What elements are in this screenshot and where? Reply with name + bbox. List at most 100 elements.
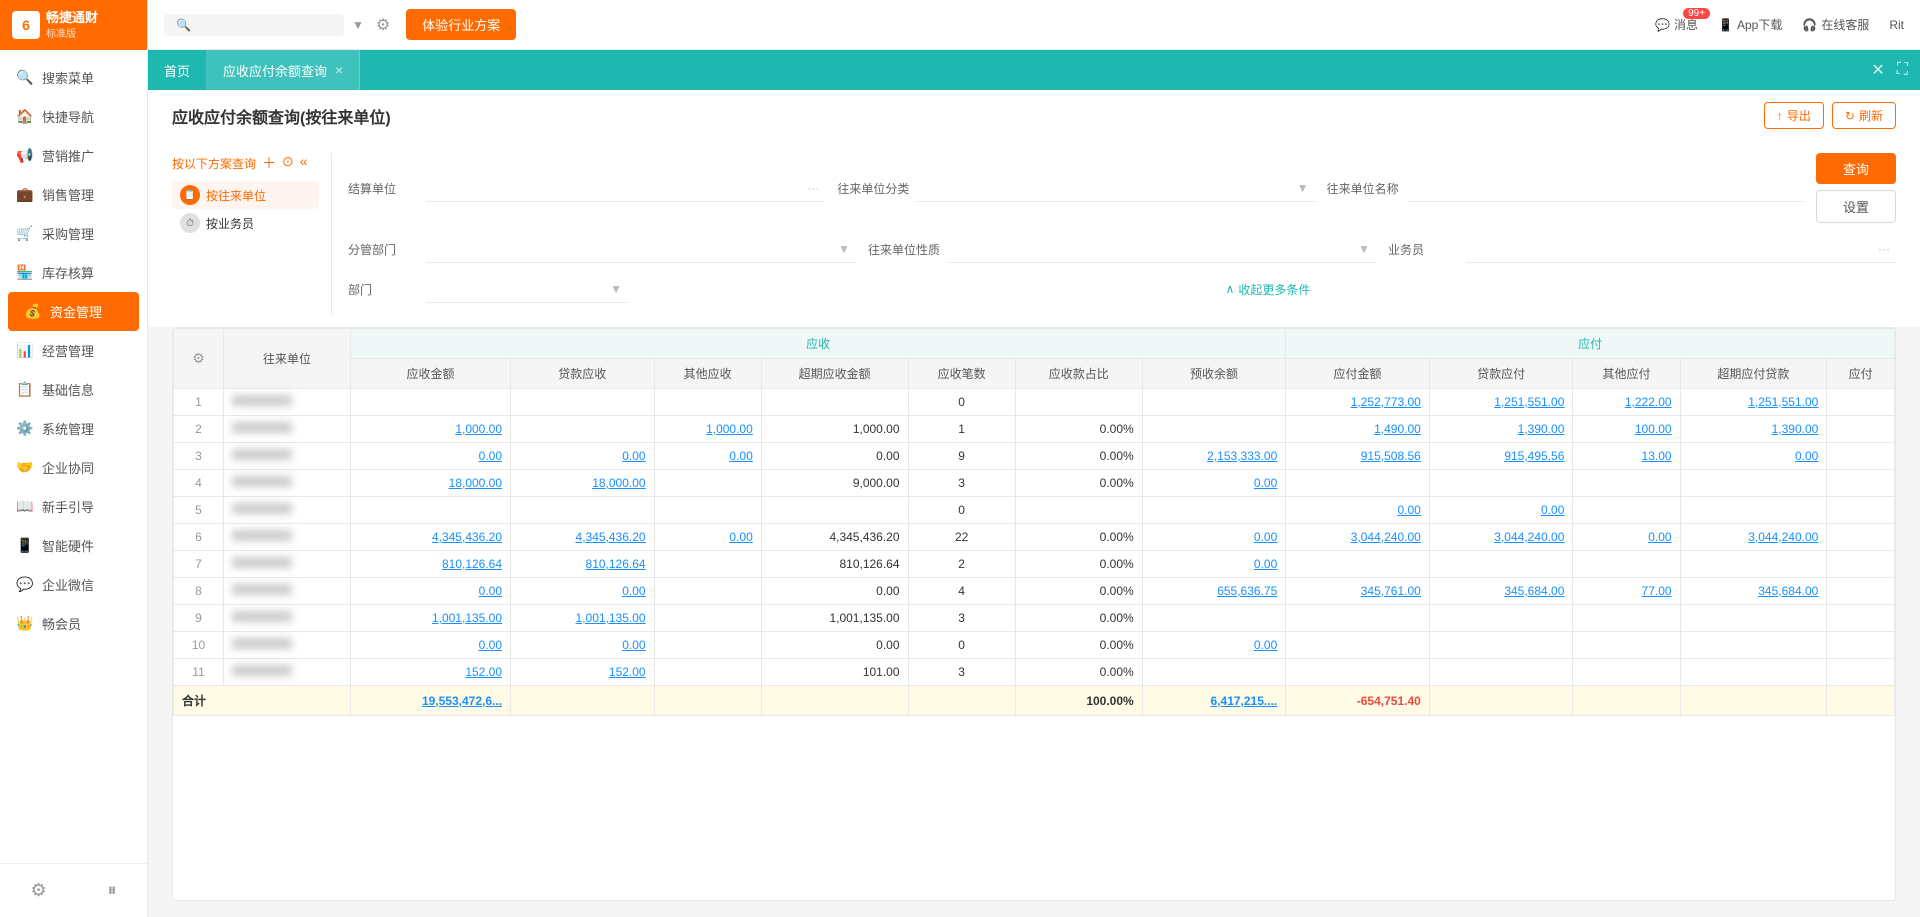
export-button[interactable]: ↑ 导出 <box>1764 102 1824 129</box>
unit-name-input[interactable] <box>1407 174 1804 202</box>
scheme-by-salesman[interactable]: ⏱ 按业务员 <box>172 209 319 237</box>
row-recv-amount[interactable] <box>350 389 510 416</box>
row-other-recv[interactable] <box>654 470 761 497</box>
row-recv-amount[interactable]: 0.00 <box>350 632 510 659</box>
row-overdue-pay[interactable] <box>1680 632 1827 659</box>
salesman-input[interactable]: ··· <box>1466 235 1896 263</box>
footer-recv-amount[interactable]: 19,553,472,6... <box>350 686 510 716</box>
topbar-gear-icon[interactable]: ⚙ <box>376 15 390 35</box>
topbar-service-btn[interactable]: 🎧 在线客服 <box>1802 16 1869 33</box>
row-pay-amount[interactable] <box>1286 551 1430 578</box>
row-pre-recv[interactable]: 0.00 <box>1142 524 1286 551</box>
row-overdue-pay[interactable]: 1,390.00 <box>1680 416 1827 443</box>
row-pay-amount[interactable]: 1,252,773.00 <box>1286 389 1430 416</box>
row-pre-recv[interactable]: 0.00 <box>1142 632 1286 659</box>
row-loan-pay[interactable]: 3,044,240.00 <box>1429 524 1573 551</box>
row-overdue-pay[interactable] <box>1680 470 1827 497</box>
row-pre-recv[interactable] <box>1142 605 1286 632</box>
topbar-dropdown-icon[interactable]: ▼ <box>352 18 364 32</box>
tab-home[interactable]: 首页 <box>148 50 207 90</box>
row-loan-recv[interactable]: 1,001,135.00 <box>511 605 655 632</box>
row-pre-recv[interactable] <box>1142 416 1286 443</box>
row-pre-recv[interactable]: 2,153,333.00 <box>1142 443 1286 470</box>
scheme-edit-icon[interactable]: ⊙ <box>282 153 294 173</box>
row-other-recv[interactable]: 0.00 <box>654 524 761 551</box>
settlement-unit-input[interactable]: ··· <box>426 174 825 202</box>
row-recv-amount[interactable]: 1,000.00 <box>350 416 510 443</box>
row-pay-amount[interactable]: 0.00 <box>1286 497 1430 524</box>
tabbar-close-icon[interactable]: ✕ <box>1871 60 1884 80</box>
scheme-add-icon[interactable]: ＋ <box>262 153 276 173</box>
table-gear-icon[interactable]: ⚙ <box>192 350 205 366</box>
scheme-back-icon[interactable]: « <box>300 153 308 173</box>
row-loan-recv[interactable]: 4,345,436.20 <box>511 524 655 551</box>
row-loan-pay[interactable]: 1,390.00 <box>1429 416 1573 443</box>
sidebar-item-营销推广[interactable]: 📢营销推广 <box>0 136 147 175</box>
sidebar-item-搜索菜单[interactable]: 🔍搜索菜单 <box>0 58 147 97</box>
row-other-pay[interactable] <box>1573 551 1680 578</box>
sidebar-item-库存核算[interactable]: 🏪库存核算 <box>0 253 147 292</box>
row-loan-recv[interactable] <box>511 416 655 443</box>
row-overdue-pay[interactable]: 3,044,240.00 <box>1680 524 1827 551</box>
row-overdue-pay[interactable] <box>1680 605 1827 632</box>
row-pre-recv[interactable] <box>1142 389 1286 416</box>
row-pay-amount[interactable]: 345,761.00 <box>1286 578 1430 605</box>
row-loan-pay[interactable] <box>1429 470 1573 497</box>
topbar-search-box[interactable]: 🔍 <box>164 14 344 36</box>
row-pay-amount[interactable] <box>1286 470 1430 497</box>
row-recv-amount[interactable]: 4,345,436.20 <box>350 524 510 551</box>
table-container[interactable]: ⚙ 往来单位 应收 应付 应收金额 贷款应收 其他应收 超期应收金额 应收笔数 … <box>172 327 1896 901</box>
row-loan-recv[interactable]: 810,126.64 <box>511 551 655 578</box>
sidebar-item-畅会员[interactable]: 👑畅会员 <box>0 604 147 643</box>
setting-button[interactable]: 设置 <box>1816 190 1896 223</box>
row-other-recv[interactable] <box>654 497 761 524</box>
row-pay-amount[interactable]: 3,044,240.00 <box>1286 524 1430 551</box>
row-loan-pay[interactable]: 0.00 <box>1429 497 1573 524</box>
topbar-user[interactable]: Rit <box>1889 18 1904 32</box>
row-other-pay[interactable] <box>1573 470 1680 497</box>
row-other-pay[interactable] <box>1573 632 1680 659</box>
sidebar-collapse-icon[interactable]: ⏸ <box>104 876 121 905</box>
scheme-by-unit[interactable]: 📋 按往来单位 <box>172 181 319 209</box>
sidebar-item-采购管理[interactable]: 🛒采购管理 <box>0 214 147 253</box>
unit-nature-input[interactable]: ▼ <box>948 235 1376 263</box>
row-other-pay[interactable]: 77.00 <box>1573 578 1680 605</box>
row-loan-pay[interactable] <box>1429 551 1573 578</box>
sidebar-item-企业微信[interactable]: 💬企业微信 <box>0 565 147 604</box>
sidebar-item-基础信息[interactable]: 📋基础信息 <box>0 370 147 409</box>
sidebar-settings-icon[interactable]: ⚙ <box>26 876 50 905</box>
row-loan-recv[interactable]: 0.00 <box>511 578 655 605</box>
row-recv-amount[interactable] <box>350 497 510 524</box>
row-other-pay[interactable]: 1,222.00 <box>1573 389 1680 416</box>
row-pay-amount[interactable]: 915,508.56 <box>1286 443 1430 470</box>
row-overdue-pay[interactable]: 345,684.00 <box>1680 578 1827 605</box>
row-recv-amount[interactable]: 18,000.00 <box>350 470 510 497</box>
row-other-pay[interactable]: 13.00 <box>1573 443 1680 470</box>
row-other-pay[interactable] <box>1573 497 1680 524</box>
row-other-recv[interactable]: 0.00 <box>654 443 761 470</box>
row-loan-recv[interactable] <box>511 389 655 416</box>
sidebar-item-系统管理[interactable]: ⚙️系统管理 <box>0 409 147 448</box>
row-loan-recv[interactable]: 0.00 <box>511 443 655 470</box>
row-pay-amount[interactable] <box>1286 632 1430 659</box>
row-loan-pay[interactable]: 915,495.56 <box>1429 443 1573 470</box>
row-other-pay[interactable]: 100.00 <box>1573 416 1680 443</box>
tab-receivable[interactable]: 应收应付余额查询 × <box>207 50 360 90</box>
sidebar-item-企业协同[interactable]: 🤝企业协同 <box>0 448 147 487</box>
row-recv-amount[interactable]: 0.00 <box>350 443 510 470</box>
row-recv-amount[interactable]: 152.00 <box>350 659 510 686</box>
tabbar-expand-icon[interactable]: ⛶ <box>1897 61 1908 79</box>
row-pre-recv[interactable] <box>1142 497 1286 524</box>
solution-button[interactable]: 体验行业方案 <box>406 9 516 40</box>
row-other-pay[interactable]: 0.00 <box>1573 524 1680 551</box>
sidebar-item-经营管理[interactable]: 📊经营管理 <box>0 331 147 370</box>
row-overdue-pay[interactable] <box>1680 659 1827 686</box>
tab-close-icon[interactable]: × <box>335 62 343 78</box>
collapse-button[interactable]: ∧ 收起更多条件 <box>1226 281 1311 298</box>
row-overdue-pay[interactable] <box>1680 551 1827 578</box>
row-loan-pay[interactable]: 1,251,551.00 <box>1429 389 1573 416</box>
footer-pre-recv[interactable]: 6,417,215.... <box>1142 686 1286 716</box>
topbar-msg-btn[interactable]: 💬 消息 99+ <box>1655 16 1698 33</box>
row-pay-amount[interactable] <box>1286 659 1430 686</box>
sidebar-item-新手引导[interactable]: 📖新手引导 <box>0 487 147 526</box>
